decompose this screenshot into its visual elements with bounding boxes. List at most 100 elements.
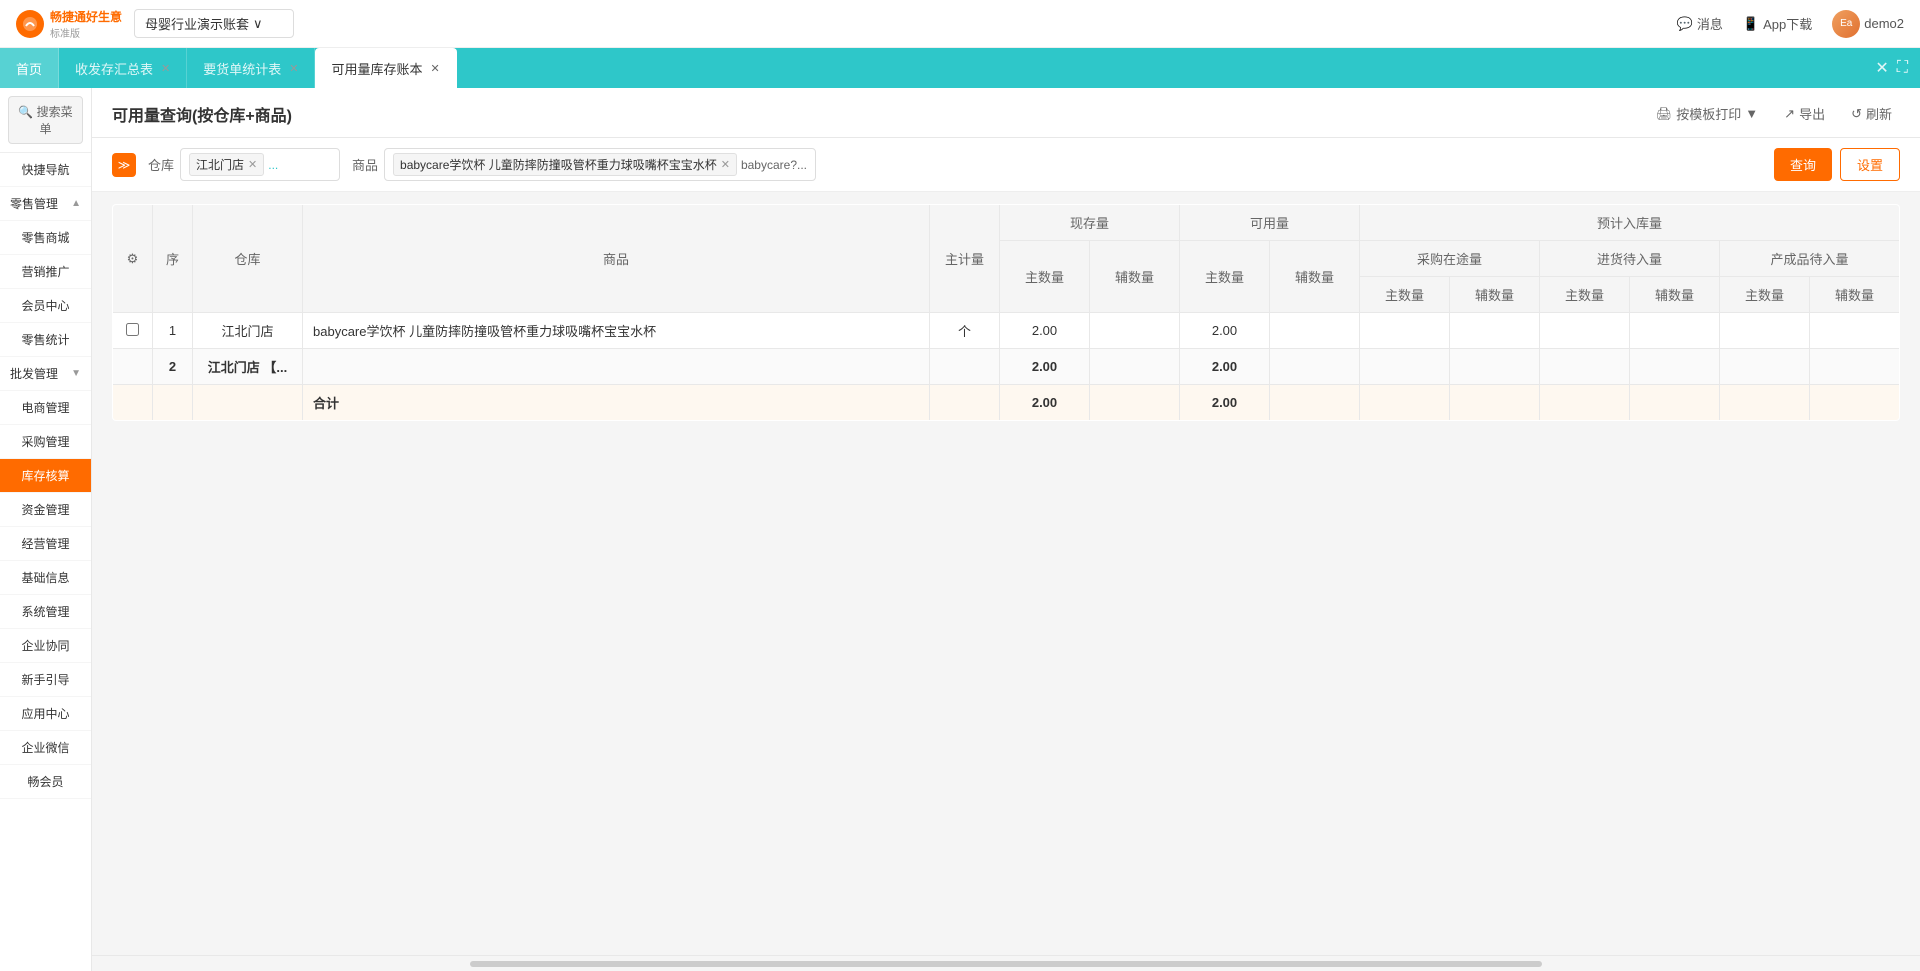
retail-stats-label: 零售统计 [21, 331, 69, 348]
sidebar-item-retail-mgmt[interactable]: 零售管理 ▲ [0, 187, 91, 221]
user-name: demo2 [1864, 16, 1904, 31]
warehouse-label: 仓库 [234, 252, 260, 267]
total-label: 合计 [313, 396, 339, 411]
product-filter-input[interactable]: babycare学饮杯 儿童防摔防撞吸管杯重力球吸嘴杯宝宝水杯 ✕ babyca… [384, 148, 816, 181]
app-download-button[interactable]: 📱 App下载 [1743, 14, 1812, 33]
members-label: 会员中心 [21, 297, 69, 314]
horizontal-scrollbar-thumb[interactable] [470, 961, 1543, 967]
business-label: 经营管理 [21, 535, 69, 552]
sidebar-item-inventory[interactable]: 库存核算 [0, 459, 91, 493]
export-button[interactable]: ↗ 导出 [1776, 100, 1833, 127]
row1-available-aux [1270, 313, 1360, 349]
tab-available-stock-close[interactable]: ✕ [431, 62, 440, 75]
unit-col-header: 主计量 [930, 205, 1000, 313]
produce-group-header: 产成品待入量 [1720, 241, 1900, 277]
sidebar-item-business[interactable]: 经营管理 [0, 527, 91, 561]
row2-checkbox[interactable] [113, 349, 153, 385]
tab-home-label: 首页 [16, 59, 42, 78]
tab-receive-summary[interactable]: 收发存汇总表 ✕ [59, 48, 187, 88]
enterprise-label: 企业协同 [21, 637, 69, 654]
tab-order-stats-close[interactable]: ✕ [289, 62, 298, 75]
product-tag-1: babycare学饮杯 儿童防摔防撞吸管杯重力球吸嘴杯宝宝水杯 ✕ [393, 153, 737, 176]
product-filter-group: 商品 babycare学饮杯 儿童防摔防撞吸管杯重力球吸嘴杯宝宝水杯 ✕ bab… [352, 148, 816, 181]
close-tab-button[interactable]: ✕ [1875, 58, 1888, 78]
seq-label: 序 [166, 252, 179, 267]
row1-incoming-aux [1630, 313, 1720, 349]
sidebar-item-new-guide[interactable]: 新手引导 [0, 663, 91, 697]
main-layout: 🔍 搜索菜单 快捷导航 零售管理 ▲ 零售商城 营销推广 会员中心 零售统计 批… [0, 88, 1920, 971]
table-row: 1 江北门店 babycare学饮杯 儿童防摔防撞吸管杯重力球吸嘴杯宝宝水杯 个… [113, 313, 1900, 349]
sidebar-item-marketing[interactable]: 营销推广 [0, 255, 91, 289]
purchase-label: 采购管理 [21, 433, 69, 450]
industry-selector[interactable]: 母婴行业演示账套 ∨ [134, 9, 294, 38]
warehouse-filter-label: 仓库 [148, 155, 174, 174]
row2-available-aux [1270, 349, 1360, 385]
sidebar-item-enterprise[interactable]: 企业协同 [0, 629, 91, 663]
tab-receive-summary-label: 收发存汇总表 [75, 59, 153, 78]
row1-purchase-main [1360, 313, 1450, 349]
produce-aux-label: 辅数量 [1835, 288, 1874, 303]
sidebar-item-app-center[interactable]: 应用中心 [0, 697, 91, 731]
total-row: 合计 2.00 2.00 [113, 385, 1900, 421]
top-bar: 畅捷通好生意 标准版 母婴行业演示账套 ∨ 💬 消息 📱 App下载 Ea de… [0, 0, 1920, 48]
sidebar: 🔍 搜索菜单 快捷导航 零售管理 ▲ 零售商城 营销推广 会员中心 零售统计 批… [0, 88, 92, 971]
sidebar-item-basic-info[interactable]: 基础信息 [0, 561, 91, 595]
row2-purchase-aux [1450, 349, 1540, 385]
total-incoming-aux [1630, 385, 1720, 421]
row1-warehouse: 江北门店 [193, 313, 303, 349]
warehouse-tag-close[interactable]: ✕ [248, 158, 257, 171]
logo-icon [16, 10, 44, 38]
sidebar-item-system[interactable]: 系统管理 [0, 595, 91, 629]
template-print-button[interactable]: 🖨 按模板打印 ▼ [1648, 100, 1766, 127]
sidebar-item-wholesale[interactable]: 批发管理 ▼ [0, 357, 91, 391]
sidebar-item-retail-stats[interactable]: 零售统计 [0, 323, 91, 357]
tab-home[interactable]: 首页 [0, 48, 59, 88]
row1-current-main: 2.00 [1000, 313, 1090, 349]
product-tag-1-close[interactable]: ✕ [721, 158, 730, 171]
sidebar-item-shortcut[interactable]: 快捷导航 [0, 153, 91, 187]
fullscreen-button[interactable]: ⛶ [1897, 59, 1908, 77]
sidebar-item-vip[interactable]: 畅会员 [0, 765, 91, 799]
total-checkbox-cell [113, 385, 153, 421]
row1-purchase-aux [1450, 313, 1540, 349]
sidebar-item-ecommerce[interactable]: 电商管理 [0, 391, 91, 425]
incoming-label: 进货待入量 [1597, 252, 1662, 267]
message-icon: 💬 [1677, 16, 1693, 32]
current-main-header: 主数量 [1000, 241, 1090, 313]
search-menu-button[interactable]: 🔍 搜索菜单 [8, 96, 83, 144]
sidebar-item-purchase[interactable]: 采购管理 [0, 425, 91, 459]
sidebar-item-retail-mall[interactable]: 零售商城 [0, 221, 91, 255]
user-area[interactable]: Ea demo2 [1832, 10, 1904, 38]
data-table: ⚙ 序 仓库 商品 主计量 [112, 204, 1900, 421]
sidebar-item-members[interactable]: 会员中心 [0, 289, 91, 323]
total-seq-cell [153, 385, 193, 421]
retail-mall-label: 零售商城 [21, 229, 69, 246]
refresh-button[interactable]: ↺ 刷新 [1843, 100, 1900, 127]
row1-checkbox[interactable] [113, 313, 153, 349]
tab-available-stock[interactable]: 可用量库存账本 ✕ [315, 48, 456, 88]
tab-order-stats[interactable]: 要货单统计表 ✕ [187, 48, 315, 88]
tab-receive-summary-close[interactable]: ✕ [161, 62, 170, 75]
total-available-main: 2.00 [1180, 385, 1270, 421]
avatar-text: Ea [1840, 18, 1852, 29]
filter-expand-button[interactable]: ≫ [112, 153, 136, 177]
produce-label: 产成品待入量 [1770, 252, 1848, 267]
available-label: 可用量 [1250, 216, 1289, 231]
query-button[interactable]: 查询 [1774, 148, 1832, 181]
warehouse-filter-input[interactable]: 江北门店 ✕ ... [180, 148, 340, 181]
sidebar-item-enterprise-wechat[interactable]: 企业微信 [0, 731, 91, 765]
settings-col-header[interactable]: ⚙ [113, 205, 153, 313]
sidebar-item-finance[interactable]: 资金管理 [0, 493, 91, 527]
tab-order-stats-label: 要货单统计表 [203, 59, 281, 78]
system-label: 系统管理 [21, 603, 69, 620]
industry-selector-chevron: ∨ [253, 16, 263, 32]
purchase-in-label: 采购在途量 [1417, 252, 1482, 267]
message-button[interactable]: 💬 消息 [1677, 14, 1723, 33]
produce-aux-header: 辅数量 [1810, 277, 1900, 313]
product-tag-1-value: babycare学饮杯 儿童防摔防撞吸管杯重力球吸嘴杯宝宝水杯 [400, 156, 717, 173]
settings-button[interactable]: 设置 [1840, 148, 1900, 181]
product-filter-label: 商品 [352, 155, 378, 174]
product-tag-2-value: babycare?... [741, 158, 807, 172]
warehouse-more-btn[interactable]: ... [268, 158, 278, 172]
print-icon: 🖨 [1656, 106, 1673, 122]
